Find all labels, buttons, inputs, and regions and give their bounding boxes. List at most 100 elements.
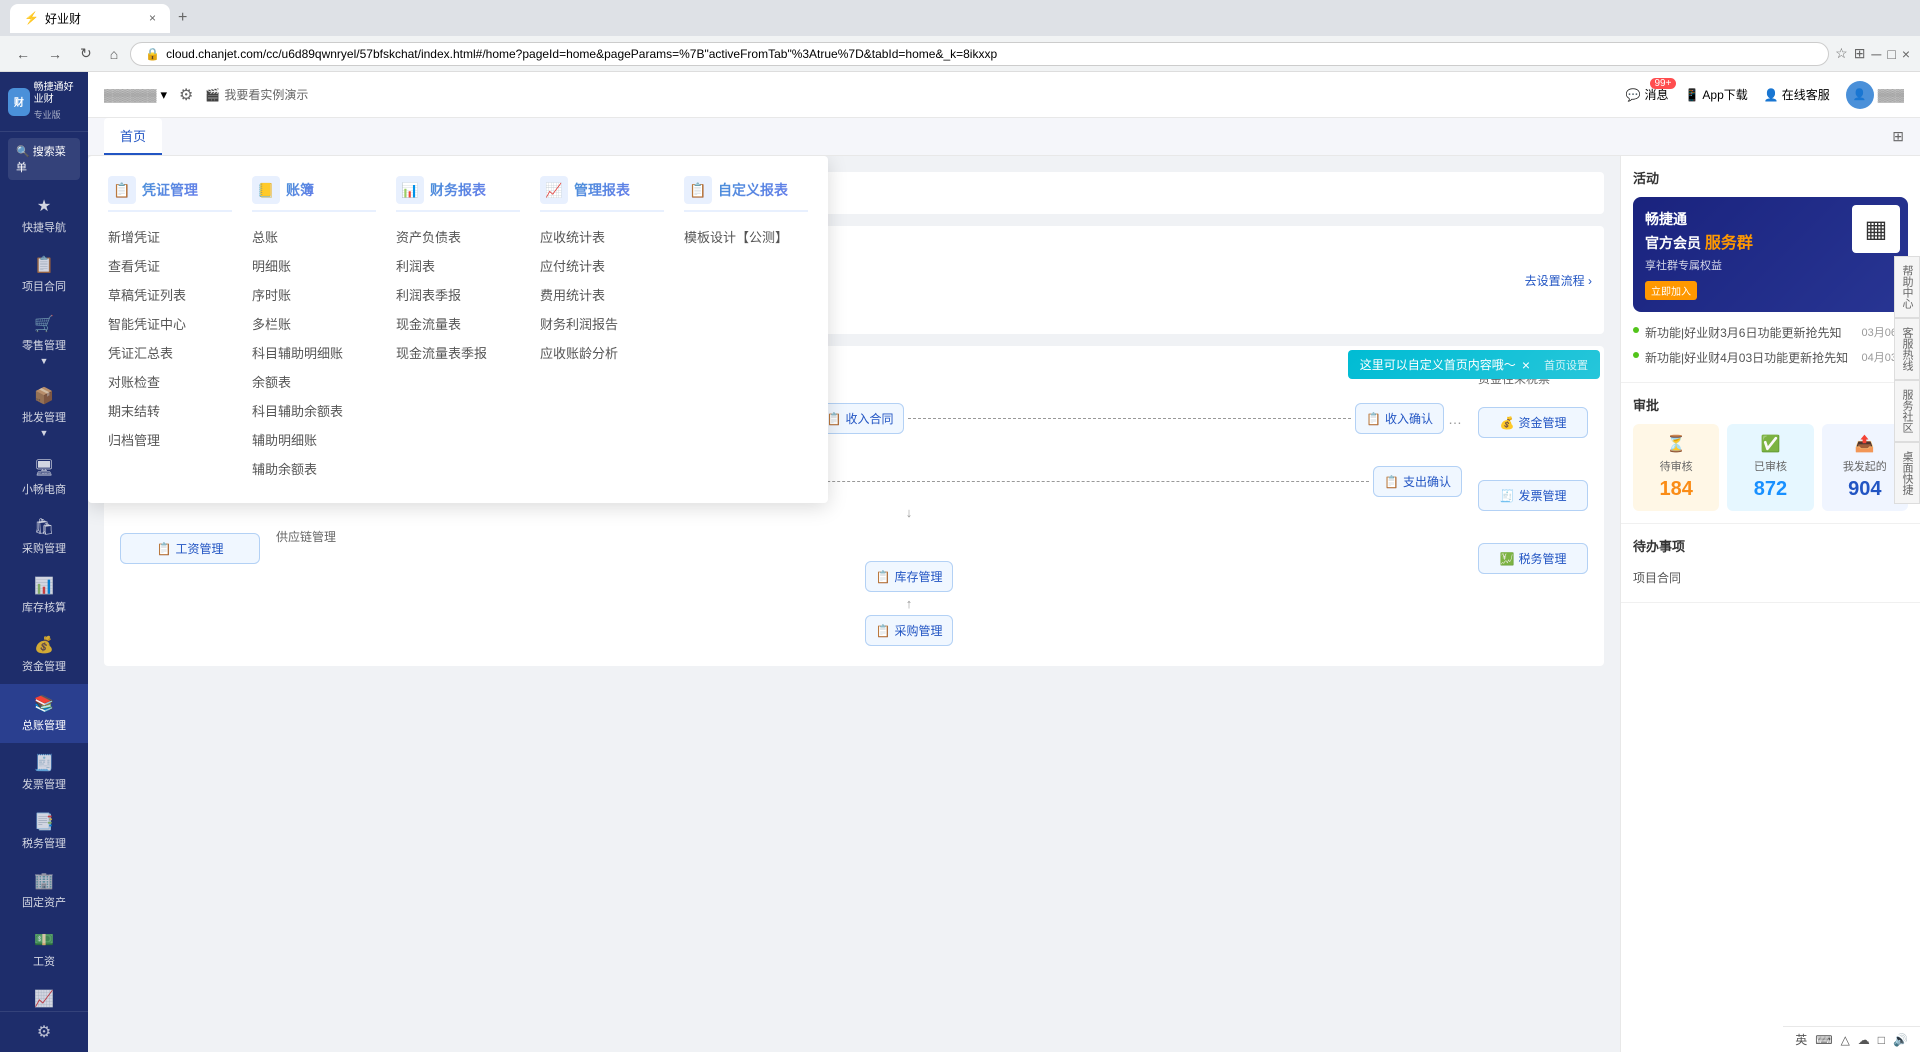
tax-mgmt-box[interactable]: 💹 税务管理	[1478, 543, 1588, 574]
sidebar-item-salary[interactable]: 💵 工资	[0, 920, 88, 979]
menu-aux-balance[interactable]: 辅助余额表	[252, 454, 376, 483]
tab-home[interactable]: 首页	[104, 118, 162, 155]
hotline-btn[interactable]: 客服热线	[1894, 318, 1920, 380]
sidebar-item-accounting[interactable]: 📚 总账管理	[0, 684, 88, 743]
menu-archive[interactable]: 归档管理	[108, 425, 232, 454]
browser-tab[interactable]: ⚡ 好业财 ×	[10, 4, 170, 33]
help-center-btn[interactable]: 帮助中心	[1894, 256, 1920, 318]
news-item-1[interactable]: 新功能|好业财3月6日功能更新抢先知 03月06日	[1633, 320, 1908, 345]
income-contract-box[interactable]: 📋 收入合同	[816, 403, 905, 434]
lang-btn[interactable]: 英	[1795, 1031, 1807, 1048]
sidebar-logo: 财 畅捷通好业财 专业版	[8, 82, 80, 121]
news-item-2[interactable]: 新功能|好业财4月03日功能更新抢先知 04月03日	[1633, 345, 1908, 370]
bookmark-btn[interactable]: ☆	[1835, 45, 1848, 62]
volume-btn[interactable]: 🔊	[1893, 1033, 1908, 1047]
home-btn[interactable]: ⌂	[104, 44, 124, 64]
menu-template-design[interactable]: 模板设计【公测】	[684, 222, 808, 251]
sidebar-item-wholesale[interactable]: 📦 批发管理 ▼	[0, 376, 88, 448]
address-bar[interactable]: 🔒	[130, 42, 1829, 66]
desktop-shortcut-btn[interactable]: 桌面快捷	[1894, 442, 1920, 504]
menu-voucher-summary[interactable]: 凭证汇总表	[108, 338, 232, 367]
expense-confirm-box[interactable]: 📋 支出确认	[1373, 466, 1462, 497]
menu-new-voucher[interactable]: 新增凭证	[108, 222, 232, 251]
minimize-btn[interactable]: ─	[1871, 46, 1881, 62]
menu-draft-voucher[interactable]: 草稿凭证列表	[108, 280, 232, 309]
menu-profit-loss[interactable]: 利润表	[396, 251, 520, 280]
keyboard-btn[interactable]: ⌨	[1815, 1033, 1832, 1047]
new-tab-btn[interactable]: +	[178, 9, 187, 27]
sidebar-item-invoice[interactable]: 🧾 发票管理	[0, 743, 88, 802]
customize-close-btn[interactable]: ×	[1522, 357, 1530, 373]
menu-finance-profit-report[interactable]: 财务利润报告	[540, 309, 664, 338]
forward-btn[interactable]: →	[42, 44, 68, 64]
menu-chrono-ledger[interactable]: 序时账	[252, 280, 376, 309]
msg-btn[interactable]: 💬 消息 99+	[1626, 86, 1669, 103]
menu-subject-aux-detail[interactable]: 科目辅助明细账	[252, 338, 376, 367]
sidebar-item-project[interactable]: 📋 项目合同	[0, 245, 88, 304]
menu-ar-stats[interactable]: 应收统计表	[540, 222, 664, 251]
menu-cashflow-quarterly[interactable]: 现金流量表季报	[396, 338, 520, 367]
income-confirm-box[interactable]: 📋 收入确认	[1355, 403, 1444, 434]
settings-btn[interactable]: ⚙	[179, 85, 193, 105]
online-service-btn[interactable]: 👤 在线客服	[1764, 86, 1830, 103]
app-download-btn[interactable]: 📱 App下载	[1684, 86, 1747, 103]
window-btn[interactable]: □	[1878, 1033, 1885, 1047]
dropdown-menu[interactable]: 📋 凭证管理 新增凭证 查看凭证 草稿凭证列表 智能凭证中心 凭证汇总表 对账检…	[88, 156, 828, 503]
cloud-btn[interactable]: ☁	[1858, 1033, 1870, 1047]
menu-general-ledger[interactable]: 总账	[252, 222, 376, 251]
menu-subject-aux-balance[interactable]: 科目辅助余额表	[252, 396, 376, 425]
menu-multi-col-ledger[interactable]: 多栏账	[252, 309, 376, 338]
go-setup-link[interactable]: 去设置流程 ›	[1525, 272, 1592, 289]
pending-approval-card[interactable]: ⏳ 待审核 184	[1633, 424, 1719, 511]
menu-aux-detail[interactable]: 辅助明细账	[252, 425, 376, 454]
back-btn[interactable]: ←	[10, 44, 36, 64]
search-menu-btn[interactable]: 🔍 搜索菜单	[8, 138, 80, 180]
user-menu-btn[interactable]: 👤 ▓▓▓	[1846, 81, 1904, 109]
homepage-settings-link[interactable]: 首页设置	[1544, 357, 1588, 373]
demo-btn[interactable]: 🎬 我要看实例演示	[205, 86, 308, 103]
menu-expense-stats[interactable]: 费用统计表	[540, 280, 664, 309]
invoice-mgmt-box[interactable]: 🧾 发票管理	[1478, 480, 1588, 511]
triangle-btn[interactable]: △	[1841, 1033, 1850, 1047]
fund-icon: 💰	[34, 635, 54, 655]
menu-balance-sheet[interactable]: 资产负债表	[396, 222, 520, 251]
todo-item-1[interactable]: 项目合同	[1633, 565, 1908, 590]
sidebar-item-tax[interactable]: 📑 税务管理	[0, 802, 88, 861]
sidebar-item-fund[interactable]: 💰 资金管理	[0, 625, 88, 684]
sidebar-item-assets[interactable]: 🏢 固定资产	[0, 861, 88, 920]
sidebar-search[interactable]: 🔍 搜索菜单	[0, 132, 88, 186]
sidebar-item-ecommerce[interactable]: 🖥 小畅电商	[0, 448, 88, 507]
maximize-btn[interactable]: □	[1887, 46, 1895, 62]
menu-view-voucher[interactable]: 查看凭证	[108, 251, 232, 280]
menu-balance-table[interactable]: 余额表	[252, 367, 376, 396]
company-selector[interactable]: ▓▓▓▓▓▓ ▾	[104, 87, 167, 103]
menu-ap-stats[interactable]: 应付统计表	[540, 251, 664, 280]
address-input[interactable]	[166, 47, 1814, 61]
tab-close-btn[interactable]: ×	[149, 11, 156, 25]
refresh-btn[interactable]: ↻	[74, 43, 98, 64]
menu-smart-voucher[interactable]: 智能凭证中心	[108, 309, 232, 338]
sidebar-item-purchase[interactable]: 🛍 采购管理	[0, 507, 88, 566]
sidebar-item-inventory[interactable]: 📊 库存核算	[0, 566, 88, 625]
done-approval-card[interactable]: ✅ 已审核 872	[1727, 424, 1813, 511]
sidebar-item-quicknav[interactable]: ★ 快捷导航	[0, 186, 88, 245]
menu-ar-aging[interactable]: 应收账龄分析	[540, 338, 664, 367]
join-btn[interactable]: 立即加入	[1645, 281, 1697, 300]
sidebar-item-retail[interactable]: 🛒 零售管理 ▼	[0, 304, 88, 376]
inventory-mgmt-box[interactable]: 📋 库存管理	[865, 561, 954, 592]
tab-expand-btn[interactable]: ⊞	[1892, 128, 1904, 145]
assets-icon: 🏢	[34, 871, 54, 891]
community-btn[interactable]: 服务社区	[1894, 380, 1920, 442]
menu-cashflow[interactable]: 现金流量表	[396, 309, 520, 338]
menu-profit-quarterly[interactable]: 利润表季报	[396, 280, 520, 309]
salary-mgmt-box[interactable]: 📋 工资管理	[120, 533, 260, 564]
menu-period-close[interactable]: 期末结转	[108, 396, 232, 425]
fund-mgmt-right-box[interactable]: 💰 资金管理	[1478, 407, 1588, 438]
extensions-btn[interactable]: ⊞	[1854, 45, 1866, 62]
sidebar-settings-btn[interactable]: ⚙	[37, 1022, 51, 1042]
menu-detail-ledger[interactable]: 明细账	[252, 251, 376, 280]
sidebar-item-operations[interactable]: 📈 经营管理	[0, 979, 88, 1011]
close-window-btn[interactable]: ×	[1902, 46, 1910, 62]
purchase-mgmt-box[interactable]: 📋 采购管理	[865, 615, 954, 646]
menu-reconcile[interactable]: 对账检查	[108, 367, 232, 396]
